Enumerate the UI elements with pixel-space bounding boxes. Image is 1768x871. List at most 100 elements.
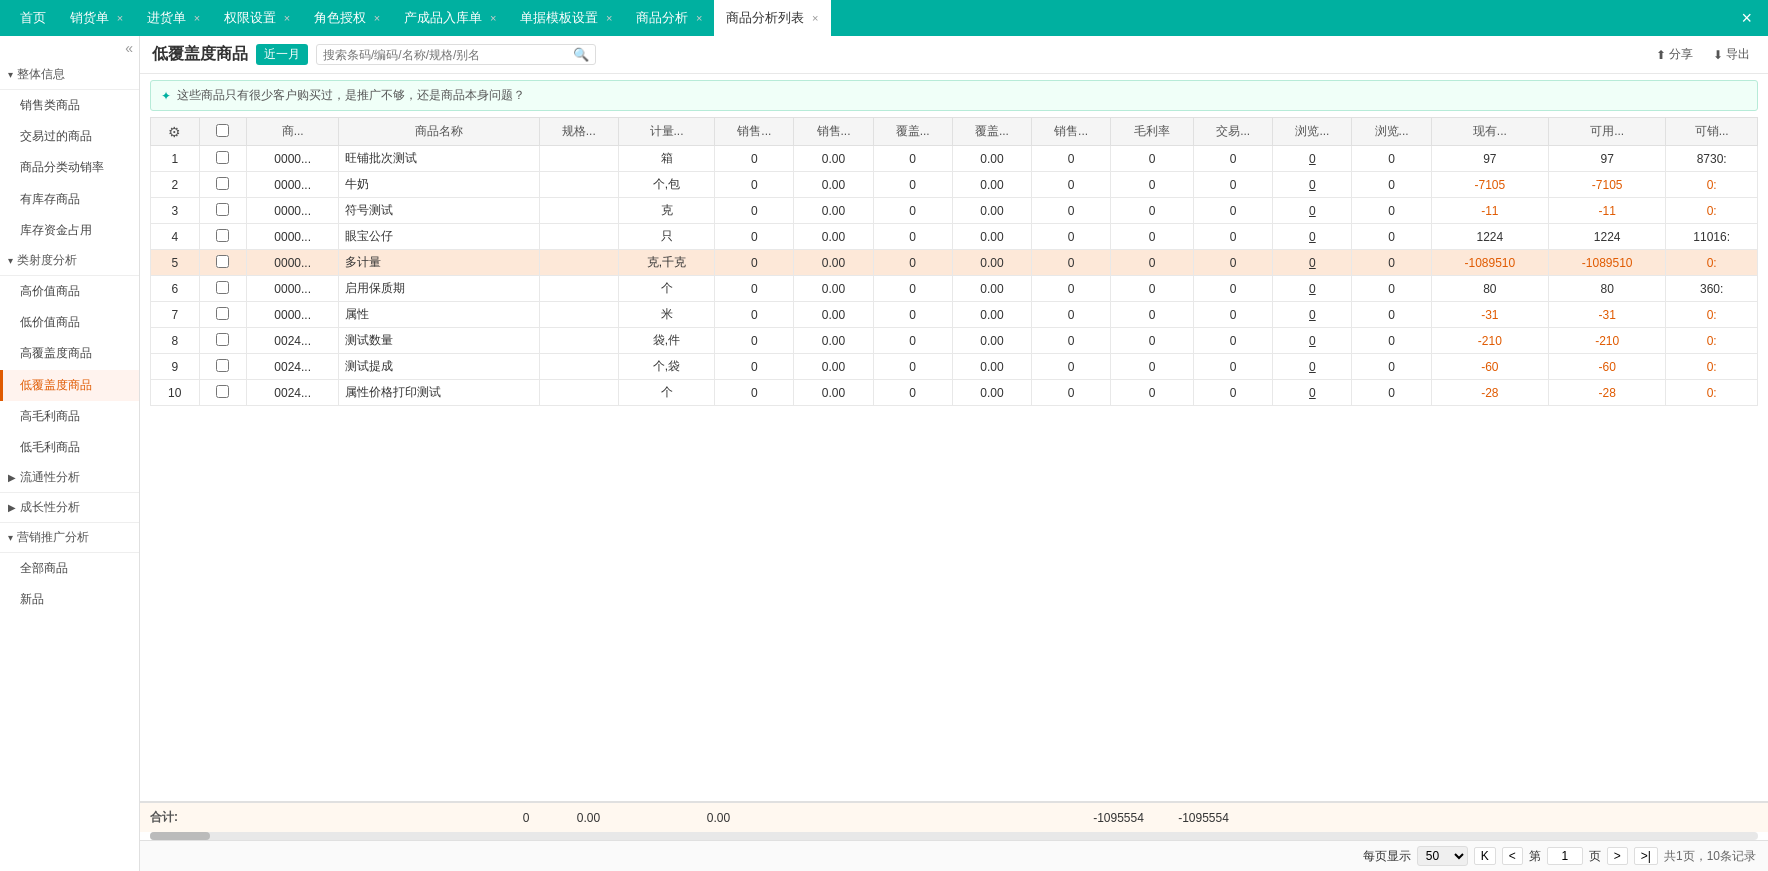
cell-checkbox[interactable]: [199, 328, 247, 354]
cell-sellable: 8730:: [1666, 146, 1758, 172]
th-code[interactable]: 商...: [247, 118, 339, 146]
cell-current: -60: [1431, 354, 1548, 380]
cell-browse1[interactable]: 0: [1273, 198, 1352, 224]
last-page-button[interactable]: >|: [1634, 847, 1658, 865]
per-page-select[interactable]: 50 20 100 200: [1417, 846, 1468, 866]
nav-close-product-analysis-list[interactable]: ×: [812, 12, 818, 24]
th-checkbox[interactable]: [199, 118, 247, 146]
cell-sales2: 0.00: [794, 354, 873, 380]
cell-margin: 0: [1111, 354, 1194, 380]
th-unit[interactable]: 计量...: [618, 118, 714, 146]
th-margin[interactable]: 毛利率: [1111, 118, 1194, 146]
cell-checkbox[interactable]: [199, 198, 247, 224]
cell-browse1[interactable]: 0: [1273, 380, 1352, 406]
sidebar-section-coverage[interactable]: ▾ 类射度分析: [0, 246, 139, 276]
first-page-button[interactable]: K: [1474, 847, 1496, 865]
sidebar-item-new-products[interactable]: 新品: [0, 584, 139, 615]
sidebar-item-low-margin[interactable]: 低毛利商品: [0, 432, 139, 463]
cell-checkbox[interactable]: [199, 224, 247, 250]
export-button[interactable]: ⬇ 导出: [1707, 44, 1756, 65]
th-current[interactable]: 现有...: [1431, 118, 1548, 146]
th-avail[interactable]: 可用...: [1549, 118, 1666, 146]
select-all-checkbox[interactable]: [216, 124, 229, 137]
cell-checkbox[interactable]: [199, 380, 247, 406]
cell-browse2: 0: [1352, 354, 1431, 380]
share-button[interactable]: ⬆ 分享: [1650, 44, 1699, 65]
nav-permissions[interactable]: 权限设置 ×: [212, 0, 302, 36]
cell-checkbox[interactable]: [199, 146, 247, 172]
cell-browse1[interactable]: 0: [1273, 302, 1352, 328]
sidebar-item-category-turnover[interactable]: 商品分类动销率: [0, 152, 139, 183]
cell-browse1[interactable]: 0: [1273, 172, 1352, 198]
cell-checkbox[interactable]: [199, 354, 247, 380]
nav-close-template-settings[interactable]: ×: [606, 12, 612, 24]
total-records-info: 共1页，10条记录: [1664, 848, 1756, 865]
nav-close-product-warehousing[interactable]: ×: [490, 12, 496, 24]
cell-sales1: 0: [715, 250, 794, 276]
th-settings[interactable]: ⚙: [151, 118, 200, 146]
sidebar-item-inventory-capital[interactable]: 库存资金占用: [0, 215, 139, 246]
cell-checkbox[interactable]: [199, 276, 247, 302]
th-cover1[interactable]: 覆盖...: [873, 118, 952, 146]
nav-close-purchase-order[interactable]: ×: [194, 12, 200, 24]
sidebar-item-all-products[interactable]: 全部商品: [0, 553, 139, 584]
cell-checkbox[interactable]: [199, 302, 247, 328]
cell-checkbox[interactable]: [199, 250, 247, 276]
nav-close-roles[interactable]: ×: [374, 12, 380, 24]
horizontal-scrollbar[interactable]: [150, 832, 1758, 840]
cell-browse1[interactable]: 0: [1273, 354, 1352, 380]
sidebar-item-high-coverage[interactable]: 高覆盖度商品: [0, 338, 139, 369]
th-trans[interactable]: 交易...: [1194, 118, 1273, 146]
period-button[interactable]: 近一月: [256, 44, 308, 65]
sidebar-collapse-btn[interactable]: «: [0, 36, 139, 60]
sidebar-section-flow[interactable]: ▶ 流通性分析: [0, 463, 139, 493]
cell-browse2: 0: [1352, 276, 1431, 302]
nav-purchase-order[interactable]: 进货单 ×: [135, 0, 212, 36]
cell-browse1[interactable]: 0: [1273, 328, 1352, 354]
nav-sales-order[interactable]: 销货单 ×: [58, 0, 135, 36]
th-sales2[interactable]: 销售...: [794, 118, 873, 146]
sidebar-item-sales-products[interactable]: 销售类商品: [0, 90, 139, 121]
nav-home[interactable]: 首页: [8, 0, 58, 36]
cell-browse1[interactable]: 0: [1273, 146, 1352, 172]
sidebar-item-high-value[interactable]: 高价值商品: [0, 276, 139, 307]
cell-browse2: 0: [1352, 302, 1431, 328]
next-page-button[interactable]: >: [1607, 847, 1628, 865]
th-browse1[interactable]: 浏览...: [1273, 118, 1352, 146]
cell-browse1[interactable]: 0: [1273, 250, 1352, 276]
sidebar-item-low-coverage[interactable]: 低覆盖度商品: [0, 370, 139, 401]
total-page-label: 页: [1589, 848, 1601, 865]
nav-product-warehousing[interactable]: 产成品入库单 ×: [392, 0, 508, 36]
sidebar-item-high-margin[interactable]: 高毛利商品: [0, 401, 139, 432]
info-banner: ✦ 这些商品只有很少客户购买过，是推广不够，还是商品本身问题？: [150, 80, 1758, 111]
nav-template-settings[interactable]: 单据模板设置 ×: [508, 0, 624, 36]
nav-close-sales-order[interactable]: ×: [117, 12, 123, 24]
sidebar-item-low-value[interactable]: 低价值商品: [0, 307, 139, 338]
cell-checkbox[interactable]: [199, 172, 247, 198]
sidebar-section-growth[interactable]: ▶ 成长性分析: [0, 493, 139, 523]
th-name[interactable]: 商品名称: [338, 118, 539, 146]
nav-close-permissions[interactable]: ×: [284, 12, 290, 24]
sidebar-section-marketing[interactable]: ▾ 营销推广分析: [0, 523, 139, 553]
window-close-button[interactable]: ×: [1733, 8, 1760, 29]
prev-page-button[interactable]: <: [1502, 847, 1523, 865]
nav-roles[interactable]: 角色授权 ×: [302, 0, 392, 36]
th-spec[interactable]: 规格...: [539, 118, 618, 146]
search-input[interactable]: [323, 48, 573, 62]
sidebar-item-in-stock-products[interactable]: 有库存商品: [0, 184, 139, 215]
cell-cover2: 0.00: [952, 224, 1031, 250]
nav-close-product-analysis[interactable]: ×: [696, 12, 702, 24]
current-page-input[interactable]: [1547, 847, 1583, 865]
cell-browse1[interactable]: 0: [1273, 276, 1352, 302]
th-sales3[interactable]: 销售...: [1032, 118, 1111, 146]
th-cover2[interactable]: 覆盖...: [952, 118, 1031, 146]
th-browse2[interactable]: 浏览...: [1352, 118, 1431, 146]
sidebar-section-overall[interactable]: ▾ 整体信息: [0, 60, 139, 90]
th-sales1[interactable]: 销售...: [715, 118, 794, 146]
cell-sales3: 0: [1032, 250, 1111, 276]
cell-browse1[interactable]: 0: [1273, 224, 1352, 250]
nav-product-analysis-list[interactable]: 商品分析列表 ×: [714, 0, 830, 36]
th-sellable[interactable]: 可销...: [1666, 118, 1758, 146]
sidebar-item-traded-products[interactable]: 交易过的商品: [0, 121, 139, 152]
nav-product-analysis[interactable]: 商品分析 ×: [624, 0, 714, 36]
